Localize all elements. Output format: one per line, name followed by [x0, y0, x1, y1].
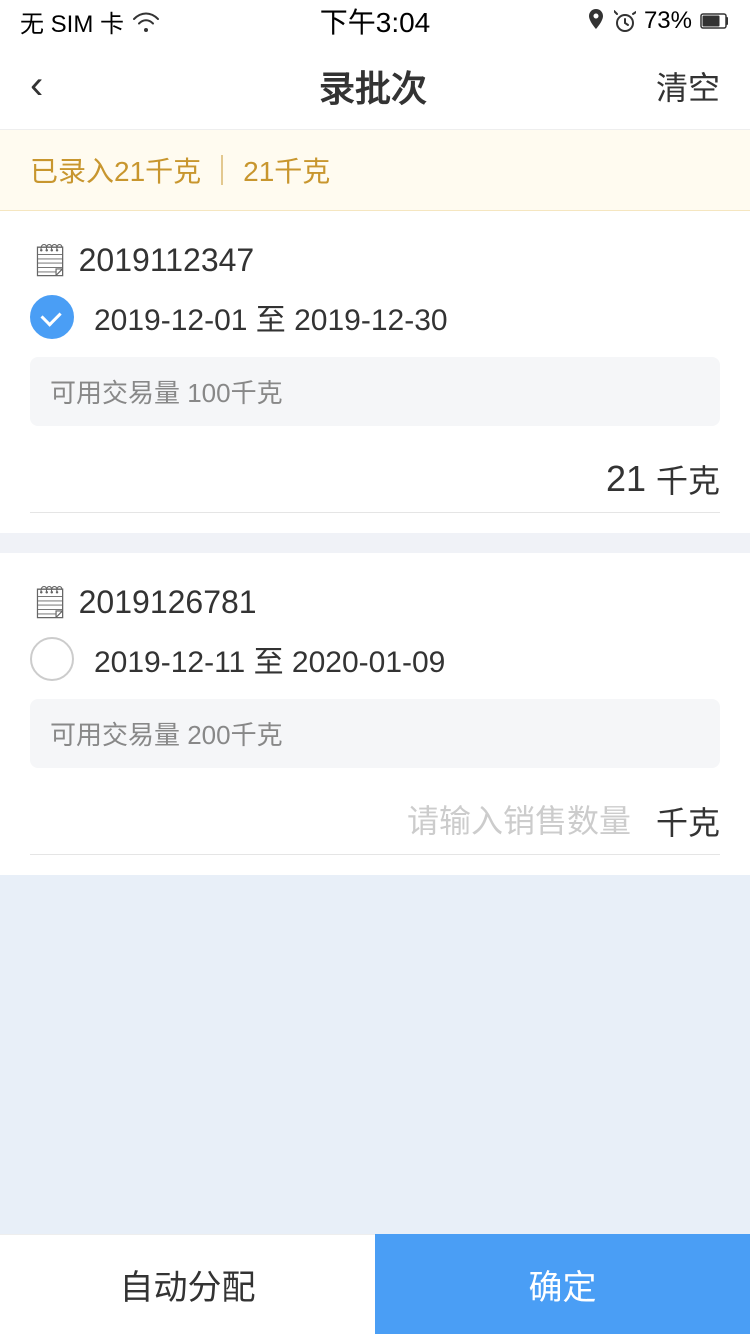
battery-icon [700, 13, 730, 29]
batch-1-quantity-row: 21 千克 [30, 446, 720, 513]
batch-2-input-row: 千克 [30, 788, 720, 855]
status-bar-time: 下午3:04 [320, 1, 431, 41]
batch-2-date-row: 2019-12-11 至 2020-01-09 [30, 637, 720, 681]
batch-1-header: 🗒 2019112347 [30, 241, 720, 279]
batch-2-date: 2019-12-11 至 2020-01-09 [94, 637, 445, 681]
clear-button[interactable]: 清空 [656, 63, 720, 109]
wifi-icon [132, 10, 160, 32]
bottom-bar: 自动分配 确定 [0, 1234, 750, 1334]
batch-card-1: 🗒 2019112347 2019-12-01 至 2019-12-30 可用交… [0, 211, 750, 533]
batch-1-date-row: 2019-12-01 至 2019-12-30 [30, 295, 720, 339]
card-divider [0, 533, 750, 553]
status-bar-left: 无 SIM 卡 [20, 4, 160, 39]
batch-id-icon-2: 🗒 [30, 583, 71, 621]
recorded-amount: 已录入21千克 [30, 150, 201, 190]
batch-2-quantity-input[interactable] [346, 803, 646, 840]
batch-2-radio[interactable] [30, 637, 74, 681]
batch-1-date: 2019-12-01 至 2019-12-30 [94, 295, 448, 339]
confirm-button[interactable]: 确定 [375, 1234, 750, 1334]
location-icon [586, 9, 606, 33]
info-banner: 已录入21千克 21千克 [0, 130, 750, 211]
banner-divider [221, 155, 223, 185]
back-button[interactable]: ‹ [30, 63, 90, 108]
alarm-icon [614, 9, 636, 33]
batch-1-radio[interactable] [30, 295, 74, 339]
batch-1-available: 可用交易量 100千克 [30, 357, 720, 426]
batch-card-2: 🗒 2019126781 2019-12-11 至 2020-01-09 可用交… [0, 553, 750, 875]
batch-2-unit: 千克 [656, 798, 720, 844]
batch-1-quantity-value: 21 [606, 458, 646, 500]
carrier-text: 无 SIM 卡 [20, 4, 124, 39]
batch-id-icon-1: 🗒 [30, 241, 71, 279]
auto-distribute-button[interactable]: 自动分配 [0, 1234, 375, 1334]
page-title: 录批次 [319, 60, 427, 112]
total-amount: 21千克 [243, 150, 330, 190]
nav-bar: ‹ 录批次 清空 [0, 42, 750, 130]
status-bar: 无 SIM 卡 下午3:04 73% [0, 0, 750, 42]
battery-text: 73% [644, 7, 692, 35]
batch-1-id: 2019112347 [79, 242, 255, 279]
status-bar-right: 73% [586, 7, 730, 35]
batch-2-header: 🗒 2019126781 [30, 583, 720, 621]
batch-1-quantity-unit: 千克 [656, 456, 720, 502]
batch-2-available: 可用交易量 200千克 [30, 699, 720, 768]
content-wrapper: 🗒 2019112347 2019-12-01 至 2019-12-30 可用交… [0, 211, 750, 1315]
batch-2-id: 2019126781 [79, 584, 257, 621]
